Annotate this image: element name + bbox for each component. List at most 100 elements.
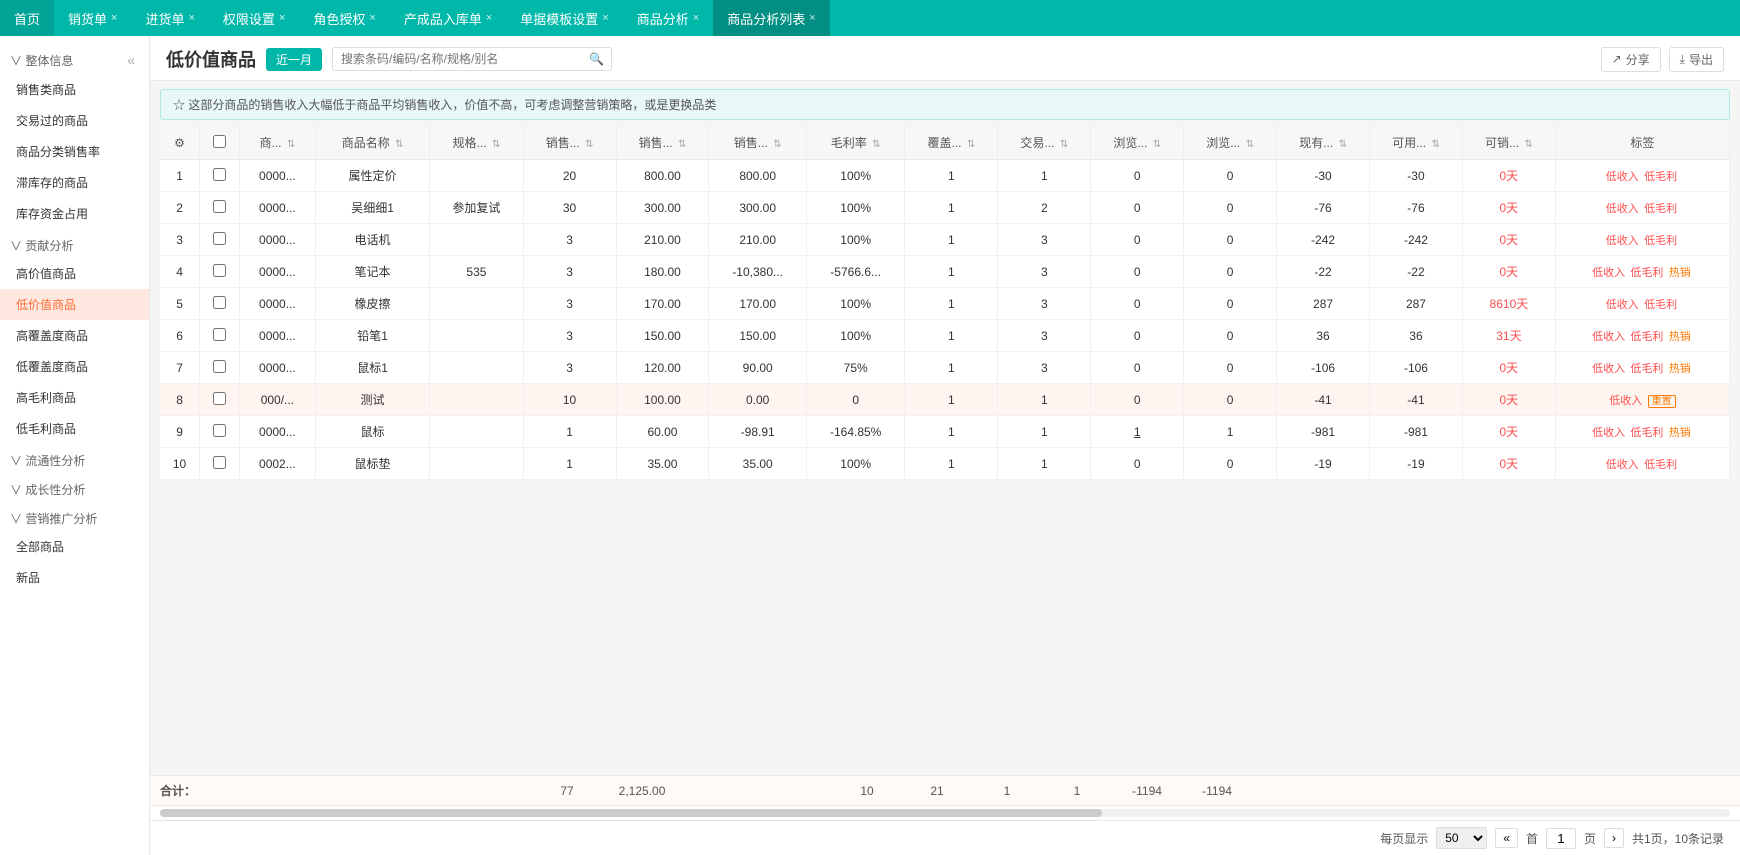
nav-product-in[interactable]: 产成品入库单 × — [390, 0, 506, 36]
cell-stock2: -76 — [1370, 192, 1463, 224]
sidebar-group-contribution[interactable]: ∨ 贡献分析 — [0, 229, 149, 258]
sidebar-item-all-products[interactable]: 全部商品 — [0, 531, 149, 562]
cell-checkbox[interactable] — [200, 352, 240, 384]
th-sales2[interactable]: 销售... ⇅ — [709, 126, 806, 160]
nav-sales[interactable]: 销货单 × — [54, 0, 131, 36]
th-tags[interactable]: 标签 — [1555, 126, 1729, 160]
sidebar-item-capital[interactable]: 库存资金占用 — [0, 198, 149, 229]
next-page-btn[interactable]: › — [1604, 828, 1624, 848]
cell-checkbox[interactable] — [200, 160, 240, 192]
nav-close-template[interactable]: × — [602, 12, 608, 24]
th-coverage[interactable]: 覆盖... ⇅ — [905, 126, 998, 160]
cell-checkbox[interactable] — [200, 416, 240, 448]
page-input[interactable] — [1546, 828, 1576, 849]
nav-role[interactable]: 角色授权 × — [299, 0, 389, 36]
tag-label: 重置 — [1648, 395, 1676, 408]
sidebar-item-low-margin[interactable]: 低毛利商品 — [0, 413, 149, 444]
row-checkbox[interactable] — [213, 296, 226, 309]
nav-close-product-analysis-list[interactable]: × — [809, 12, 815, 24]
nav-close-product-analysis[interactable]: × — [693, 12, 699, 24]
th-spec[interactable]: 规格... ⇅ — [430, 126, 523, 160]
tag-label: 低收入 — [1606, 171, 1639, 183]
footer-cov: 10 — [832, 784, 902, 798]
sidebar-item-category-rate[interactable]: 商品分类销售率 — [0, 136, 149, 167]
th-available[interactable]: 可销... ⇅ — [1462, 126, 1555, 160]
per-page-select[interactable]: 50 100 — [1436, 827, 1487, 849]
first-page-btn[interactable]: « — [1495, 828, 1518, 848]
cell-checkbox[interactable] — [200, 288, 240, 320]
row-checkbox[interactable] — [213, 328, 226, 341]
nav-close-product-in[interactable]: × — [486, 12, 492, 24]
footer-browse2: 1 — [1042, 784, 1112, 798]
row-checkbox[interactable] — [213, 360, 226, 373]
th-trade[interactable]: 交易... ⇅ — [998, 126, 1091, 160]
nav-close-role[interactable]: × — [369, 12, 375, 24]
nav-close-purchase[interactable]: × — [188, 12, 194, 24]
sidebar-item-high-value[interactable]: 高价值商品 — [0, 258, 149, 289]
cell-browse1[interactable]: 1 — [1091, 416, 1184, 448]
filter-recent-month[interactable]: 近一月 — [266, 48, 322, 71]
cell-sales2: -10,380... — [709, 256, 806, 288]
footer-sales1: 2,125.00 — [602, 784, 682, 798]
th-browse1[interactable]: 浏览... ⇅ — [1091, 126, 1184, 160]
th-margin[interactable]: 毛利率 ⇅ — [806, 126, 905, 160]
sidebar-group-marketing[interactable]: ∨ 营销推广分析 — [0, 502, 149, 531]
th-stock1[interactable]: 现有... ⇅ — [1277, 126, 1370, 160]
cell-checkbox[interactable] — [200, 448, 240, 480]
nav-purchase[interactable]: 进货单 × — [131, 0, 208, 36]
cell-spec: 535 — [430, 256, 523, 288]
sidebar-collapse-overall[interactable]: « — [123, 50, 139, 70]
cell-checkbox[interactable] — [200, 192, 240, 224]
cell-checkbox[interactable] — [200, 256, 240, 288]
nav-template[interactable]: 单据模板设置 × — [506, 0, 622, 36]
row-checkbox[interactable] — [213, 392, 226, 405]
th-sales1[interactable]: 销售... ⇅ — [616, 126, 709, 160]
nav-close-permission[interactable]: × — [279, 12, 285, 24]
th-settings[interactable]: ⚙ — [160, 126, 200, 160]
th-qty[interactable]: 销售... ⇅ — [523, 126, 616, 160]
nav-home[interactable]: 首页 — [0, 0, 54, 36]
sidebar-item-high-coverage[interactable]: 高覆盖度商品 — [0, 320, 149, 351]
sidebar-group-flow[interactable]: ∨ 流通性分析 — [0, 444, 149, 473]
th-stock2[interactable]: 可用... ⇅ — [1370, 126, 1463, 160]
cell-days: 0天 — [1462, 192, 1555, 224]
sidebar-item-low-coverage[interactable]: 低覆盖度商品 — [0, 351, 149, 382]
scroll-bar[interactable] — [160, 809, 1730, 817]
sidebar-group-overall[interactable]: ∨ 整体信息 « — [0, 42, 149, 74]
table-area[interactable]: ⚙ 商... ⇅ 商品名称 ⇅ 规格... ⇅ 销售... ⇅ 销售... ⇅ … — [160, 126, 1730, 775]
share-button[interactable]: ↗ 分享 — [1601, 47, 1661, 72]
search-icon[interactable]: 🔍 — [589, 52, 604, 66]
nav-close-sales[interactable]: × — [111, 12, 117, 24]
scroll-thumb[interactable] — [160, 809, 1102, 817]
sidebar-item-sales-products[interactable]: 销售类商品 — [0, 74, 149, 105]
row-checkbox[interactable] — [213, 168, 226, 181]
sidebar-item-high-margin[interactable]: 高毛利商品 — [0, 382, 149, 413]
sidebar-item-slow[interactable]: 滞库存的商品 — [0, 167, 149, 198]
sidebar-group-growth[interactable]: ∨ 成长性分析 — [0, 473, 149, 502]
row-checkbox[interactable] — [213, 456, 226, 469]
sidebar-item-traded[interactable]: 交易过的商品 — [0, 105, 149, 136]
sidebar-item-new-products[interactable]: 新品 — [0, 562, 149, 593]
cell-checkbox[interactable] — [200, 320, 240, 352]
cell-checkbox[interactable] — [200, 224, 240, 256]
row-checkbox[interactable] — [213, 200, 226, 213]
cell-checkbox[interactable] — [200, 384, 240, 416]
th-code[interactable]: 商... ⇅ — [239, 126, 315, 160]
th-check[interactable] — [200, 126, 240, 160]
nav-product-analysis-list[interactable]: 商品分析列表 × — [713, 0, 829, 36]
th-name[interactable]: 商品名称 ⇅ — [315, 126, 429, 160]
row-checkbox[interactable] — [213, 424, 226, 437]
cell-name: 橡皮擦 — [315, 288, 429, 320]
select-all-checkbox[interactable] — [213, 135, 226, 148]
search-container: 🔍 — [332, 47, 612, 71]
cell-browse1: 0 — [1091, 288, 1184, 320]
tag-label: 热销 — [1669, 363, 1691, 375]
sidebar-item-low-value[interactable]: 低价值商品 — [0, 289, 149, 320]
nav-permission[interactable]: 权限设置 × — [209, 0, 299, 36]
nav-product-analysis[interactable]: 商品分析 × — [623, 0, 713, 36]
export-button[interactable]: ⤓ 导出 — [1669, 47, 1724, 72]
search-input[interactable] — [332, 47, 612, 71]
row-checkbox[interactable] — [213, 232, 226, 245]
th-browse2[interactable]: 浏览... ⇅ — [1184, 126, 1277, 160]
row-checkbox[interactable] — [213, 264, 226, 277]
